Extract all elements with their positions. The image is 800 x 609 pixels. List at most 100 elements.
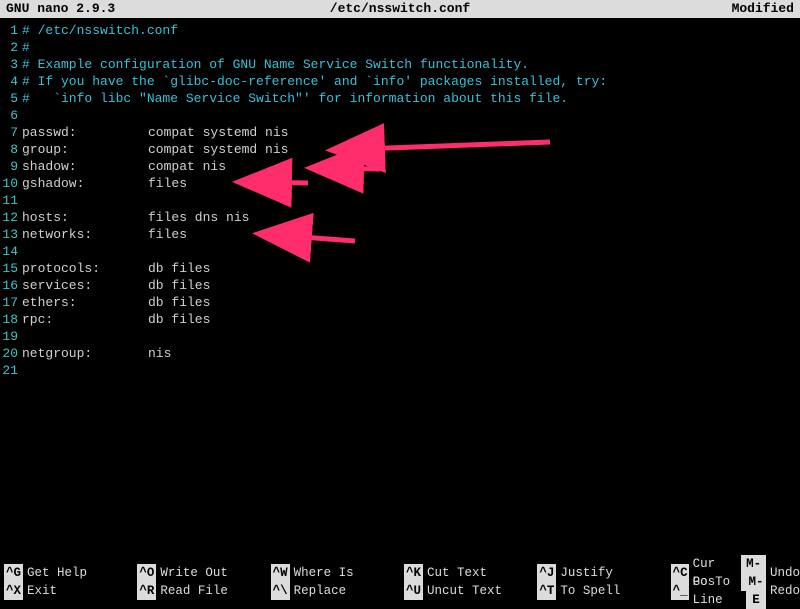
file-path: /etc/nsswitch.conf [330,1,470,16]
editor-line[interactable]: 7passwd:compat systemd nis [0,124,800,141]
config-line: netgroup:nis [22,345,171,362]
line-number: 4 [0,73,22,90]
shortcut-label: Where Is [294,564,354,582]
config-value: db files [148,312,210,327]
line-number: 5 [0,90,22,107]
editor-line[interactable]: 21 [0,362,800,379]
shortcut-label: Go To Line [693,573,746,609]
config-line: shadow:compat nis [22,158,226,175]
editor-line[interactable]: 4# If you have the `glibc-doc-reference'… [0,73,800,90]
line-number: 11 [0,192,22,209]
line-number: 1 [0,22,22,39]
shortcut-item: ^_Go To Line M-ERedo [667,582,800,600]
config-key: hosts: [22,209,148,226]
editor-line[interactable]: 11 [0,192,800,209]
line-number: 17 [0,294,22,311]
editor-line[interactable]: 1# /etc/nsswitch.conf [0,22,800,39]
shortcut-item: ^KCut Text [400,564,533,582]
editor-line[interactable]: 19 [0,328,800,345]
editor-line[interactable]: 2# [0,39,800,56]
shortcut-key: ^C [671,564,689,582]
editor-line[interactable]: 8group:compat systemd nis [0,141,800,158]
shortcut-key: ^O [137,564,156,582]
shortcut-bar: ^GGet Help^OWrite Out^WWhere Is^KCut Tex… [0,564,800,600]
editor-line[interactable]: 12hosts:files dns nis [0,209,800,226]
config-line: services:db files [22,277,210,294]
config-key: gshadow: [22,175,148,192]
line-number: 15 [0,260,22,277]
shortcut-label: Cut Text [427,564,487,582]
line-number: 14 [0,243,22,260]
shortcut-label: To Spell [560,582,620,600]
config-key: passwd: [22,124,148,141]
shortcut-label: Exit [27,582,57,600]
shortcut-item: ^UUncut Text [400,582,533,600]
config-line: hosts:files dns nis [22,209,249,226]
comment-text: # If you have the `glibc-doc-reference' … [22,73,607,90]
config-line: ethers:db files [22,294,210,311]
comment-text: # Example configuration of GNU Name Serv… [22,56,529,73]
app-name: GNU nano 2.9.3 [6,1,115,17]
shortcut-key: ^J [537,564,556,582]
editor-line[interactable]: 3# Example configuration of GNU Name Ser… [0,56,800,73]
line-number: 20 [0,345,22,362]
config-key: netgroup: [22,345,148,362]
config-key: services: [22,277,148,294]
config-value: files [148,227,187,242]
shortcut-key: M-E [746,573,766,609]
config-value: nis [148,346,171,361]
config-key: protocols: [22,260,148,277]
editor-line[interactable]: 9shadow:compat nis [0,158,800,175]
editor-line[interactable]: 20netgroup:nis [0,345,800,362]
line-number: 12 [0,209,22,226]
config-key: group: [22,141,148,158]
shortcut-item: ^OWrite Out [133,564,266,582]
config-value: compat systemd nis [148,125,288,140]
editor-line[interactable]: 10gshadow:files [0,175,800,192]
config-value: db files [148,261,210,276]
shortcut-label: Justify [560,564,613,582]
config-line: protocols:db files [22,260,210,277]
shortcut-item: ^XExit [0,582,133,600]
config-line: rpc:db files [22,311,210,328]
shortcut-label: Undo [770,564,800,582]
editor-line[interactable]: 15protocols:db files [0,260,800,277]
editor-line[interactable]: 13networks:files [0,226,800,243]
editor-line[interactable]: 18rpc:db files [0,311,800,328]
line-number: 19 [0,328,22,345]
config-line: networks:files [22,226,187,243]
editor-line[interactable]: 17ethers:db files [0,294,800,311]
config-line: gshadow:files [22,175,187,192]
title-bar: GNU nano 2.9.3 /etc/nsswitch.conf Modifi… [0,0,800,18]
line-number: 2 [0,39,22,56]
editor-line[interactable]: 14 [0,243,800,260]
config-key: rpc: [22,311,148,328]
shortcut-label: Redo [770,582,800,600]
modified-indicator: Modified [732,1,794,17]
line-number: 7 [0,124,22,141]
line-number: 6 [0,107,22,124]
line-number: 8 [0,141,22,158]
config-value: compat systemd nis [148,142,288,157]
line-number: 16 [0,277,22,294]
config-key: networks: [22,226,148,243]
shortcut-key: ^X [4,582,23,600]
editor-area[interactable]: 1# /etc/nsswitch.conf2#3# Example config… [0,18,800,558]
shortcut-label: Write Out [160,564,228,582]
line-number: 13 [0,226,22,243]
shortcut-key: ^U [404,582,423,600]
comment-text: # /etc/nsswitch.conf [22,22,178,39]
editor-line[interactable]: 5# `info libc "Name Service Switch"' for… [0,90,800,107]
shortcut-label: Replace [294,582,347,600]
shortcut-item: ^\Replace [267,582,400,600]
editor-line[interactable]: 6 [0,107,800,124]
shortcut-item: ^TTo Spell [533,582,666,600]
comment-text: # `info libc "Name Service Switch"' for … [22,90,568,107]
shortcut-item: ^GGet Help [0,564,133,582]
shortcut-label: Get Help [27,564,87,582]
line-number: 18 [0,311,22,328]
line-number: 3 [0,56,22,73]
comment-text: # [22,39,30,56]
editor-line[interactable]: 16services:db files [0,277,800,294]
config-key: shadow: [22,158,148,175]
